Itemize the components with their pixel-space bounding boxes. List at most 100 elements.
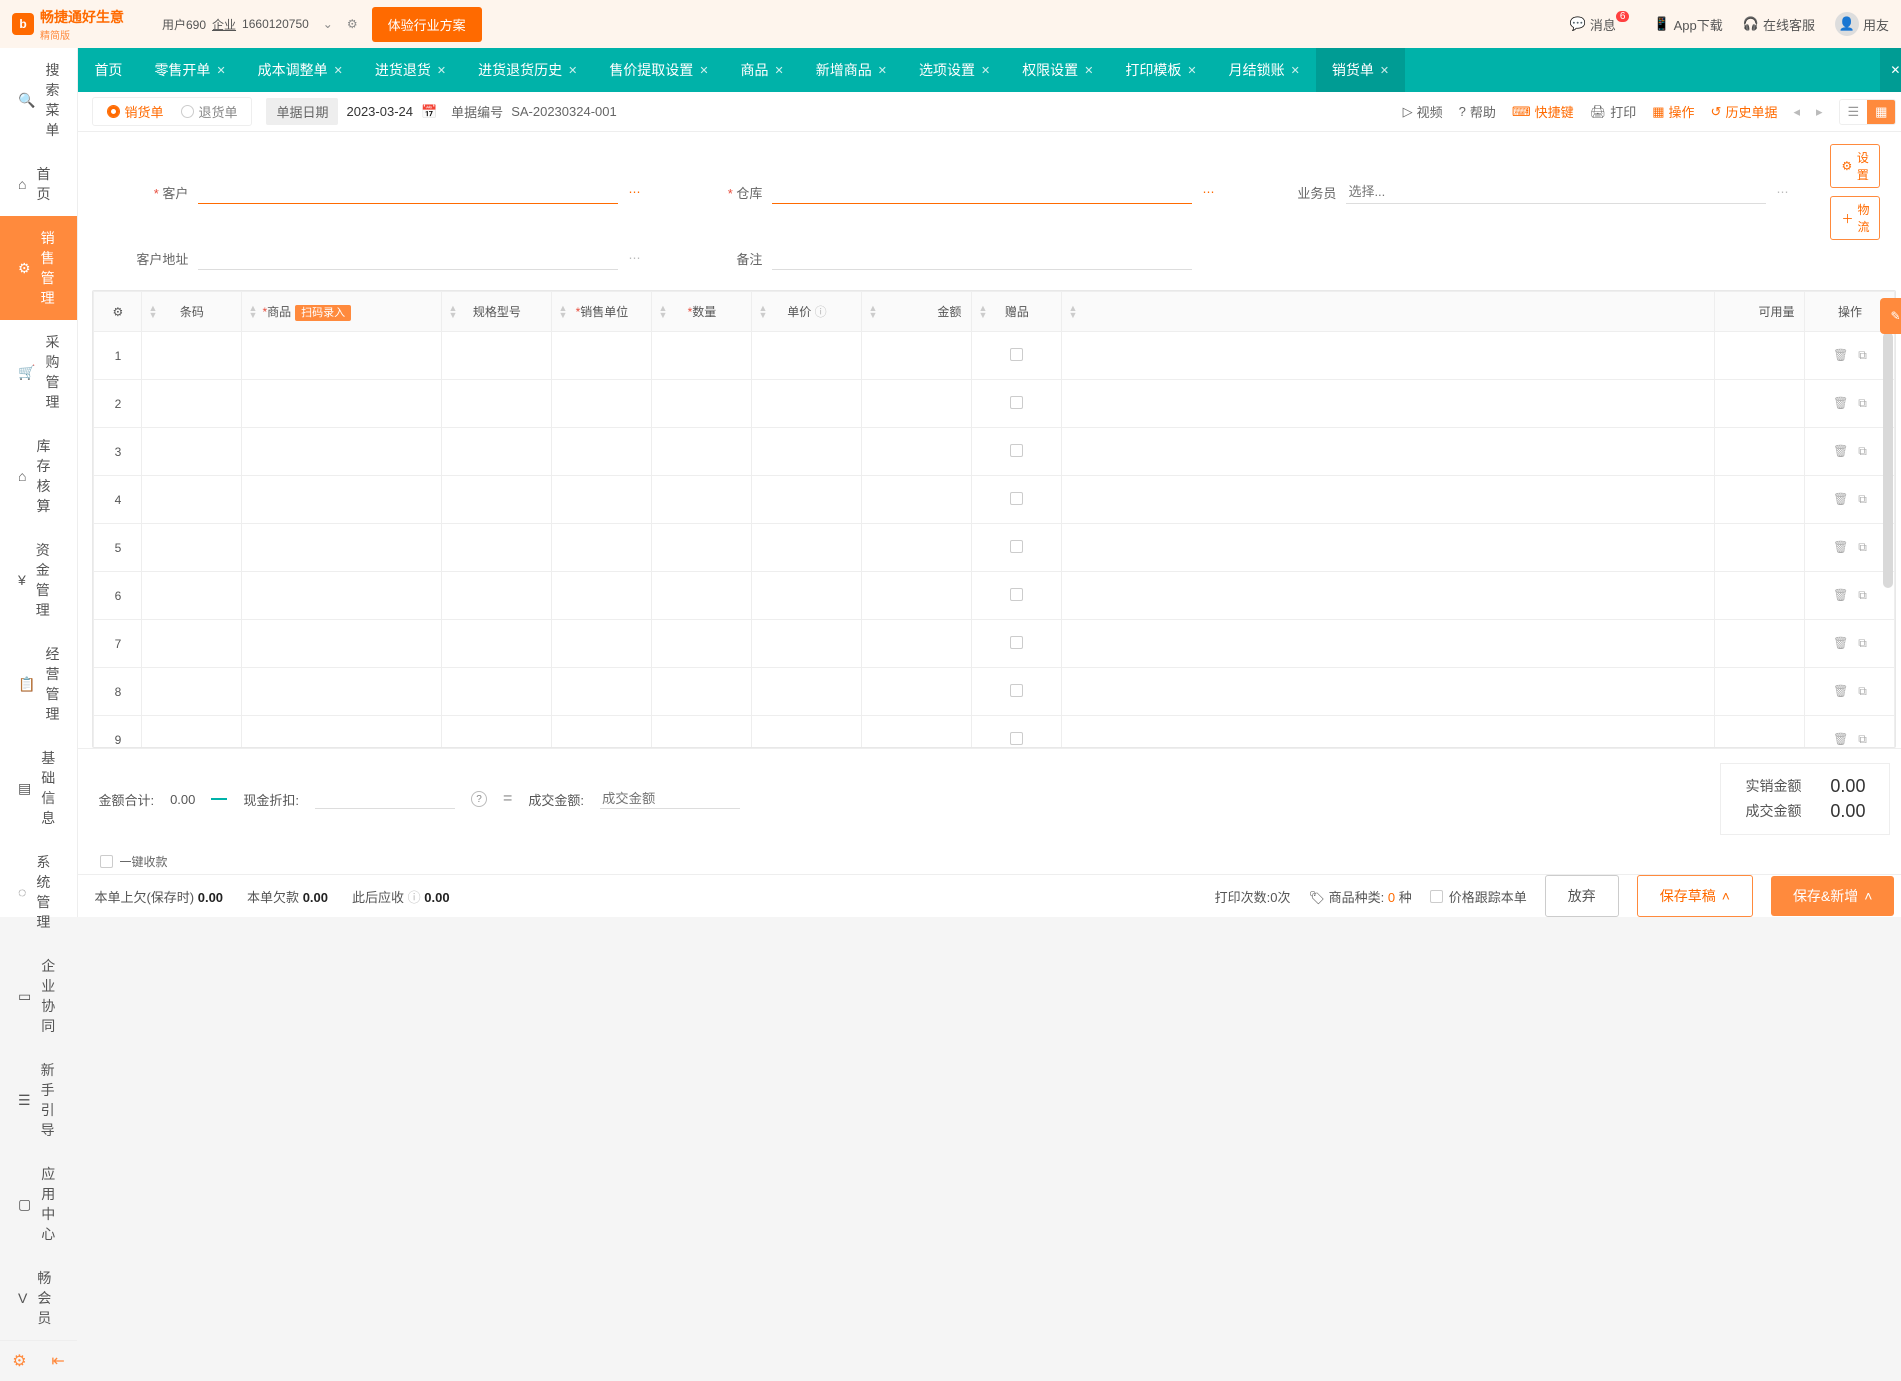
cell-spec[interactable] [442, 620, 552, 668]
tab-5[interactable]: 售价提取设置✕ [593, 48, 724, 92]
cell-unit[interactable] [552, 620, 652, 668]
table-row[interactable]: 3 🗑⧉ [94, 428, 1895, 476]
help-link[interactable]: ?帮助 [1459, 102, 1496, 121]
close-icon[interactable]: ✕ [216, 64, 225, 77]
tab-7[interactable]: 新增商品✕ [800, 48, 903, 92]
tab-3[interactable]: 进货退货✕ [359, 48, 462, 92]
cell-price[interactable] [752, 380, 862, 428]
save-draft-button[interactable]: 保存草稿˄ [1637, 875, 1753, 917]
cell-unit[interactable] [552, 380, 652, 428]
table-row[interactable]: 4 🗑⧉ [94, 476, 1895, 524]
gift-checkbox[interactable] [1010, 444, 1023, 457]
ops-link[interactable]: ▦操作 [1652, 102, 1694, 121]
cell-gift[interactable] [972, 524, 1062, 572]
gift-checkbox[interactable] [1010, 540, 1023, 553]
sidebar-item-4[interactable]: ⌂库存核算 [0, 424, 77, 528]
cell-qty[interactable] [652, 716, 752, 748]
cell-amount[interactable] [862, 668, 972, 716]
cell-qty[interactable] [652, 428, 752, 476]
cash-discount-input[interactable] [315, 789, 455, 809]
save-and-new-button[interactable]: 保存&新增˄ [1771, 876, 1895, 916]
settings-button[interactable]: ⚙设置 [1830, 144, 1880, 188]
gift-checkbox[interactable] [1010, 684, 1023, 697]
delete-icon[interactable]: 🗑 [1833, 732, 1848, 747]
cell-price[interactable] [752, 332, 862, 380]
cell-qty[interactable] [652, 572, 752, 620]
cell-unit[interactable] [552, 476, 652, 524]
cell-product[interactable] [242, 668, 442, 716]
cell-unit[interactable] [552, 524, 652, 572]
gift-checkbox[interactable] [1010, 636, 1023, 649]
sidebar-item-1[interactable]: ⌂首页 [0, 152, 77, 216]
cell-gift[interactable] [972, 476, 1062, 524]
cell-product[interactable] [242, 572, 442, 620]
cell-barcode[interactable] [142, 380, 242, 428]
cell-product[interactable] [242, 620, 442, 668]
cell-product[interactable] [242, 332, 442, 380]
table-row[interactable]: 5 🗑⧉ [94, 524, 1895, 572]
salesman-input[interactable] [1346, 180, 1766, 204]
table-row[interactable]: 1 🗑⧉ [94, 332, 1895, 380]
tab-4[interactable]: 进货退货历史✕ [462, 48, 593, 92]
delete-icon[interactable]: 🗑 [1833, 492, 1848, 507]
tabs-close-all[interactable]: ✕ [1880, 48, 1901, 92]
col-qty[interactable]: ▲▼*数量 [652, 292, 752, 332]
doc-type-return-radio[interactable]: 退货单 [181, 102, 237, 121]
cell-price[interactable] [752, 572, 862, 620]
logistics-button[interactable]: ＋物流 [1830, 196, 1880, 240]
close-icon[interactable]: ✕ [699, 64, 708, 77]
table-row[interactable]: 6 🗑⧉ [94, 572, 1895, 620]
copy-icon[interactable]: ⧉ [1858, 588, 1867, 603]
copy-icon[interactable]: ⧉ [1858, 540, 1867, 555]
cell-qty[interactable] [652, 668, 752, 716]
doc-date-value[interactable]: 2023-03-24 [346, 104, 413, 119]
gift-checkbox[interactable] [1010, 492, 1023, 505]
delete-icon[interactable]: 🗑 [1833, 540, 1848, 555]
video-link[interactable]: ▷视频 [1403, 102, 1443, 121]
chevron-down-icon[interactable]: ⌄ [323, 17, 333, 31]
help-icon[interactable]: ⓘ [815, 305, 827, 319]
calendar-icon[interactable]: 📅 [421, 104, 437, 120]
cell-gift[interactable] [972, 620, 1062, 668]
cell-barcode[interactable] [142, 572, 242, 620]
copy-icon[interactable]: ⧉ [1858, 444, 1867, 459]
doc-type-sale-radio[interactable]: 销货单 [107, 102, 163, 121]
copy-icon[interactable]: ⧉ [1858, 396, 1867, 411]
cell-gift[interactable] [972, 428, 1062, 476]
print-link[interactable]: 🖨打印 [1590, 102, 1637, 121]
sidebar-item-2[interactable]: ⚙销售管理 [0, 216, 77, 320]
cell-barcode[interactable] [142, 428, 242, 476]
cell-price[interactable] [752, 428, 862, 476]
remark-input[interactable] [772, 246, 1192, 270]
cell-product[interactable] [242, 476, 442, 524]
sidebar-item-9[interactable]: ▭企业协同 [0, 944, 77, 1048]
cell-spec[interactable] [442, 332, 552, 380]
cell-gift[interactable] [972, 716, 1062, 748]
help-icon[interactable]: ⓘ [408, 890, 421, 905]
delete-icon[interactable]: 🗑 [1833, 396, 1848, 411]
gift-checkbox[interactable] [1010, 588, 1023, 601]
table-row[interactable]: 2 🗑⧉ [94, 380, 1895, 428]
app-download-link[interactable]: 📱 App下载 [1653, 15, 1722, 34]
tenant-link[interactable]: 企业 [212, 16, 236, 33]
cell-product[interactable] [242, 380, 442, 428]
sidebar-item-5[interactable]: ¥资金管理 [0, 528, 77, 632]
customer-picker-icon[interactable]: ⋯ [628, 185, 642, 199]
cell-amount[interactable] [862, 620, 972, 668]
tenant-selector[interactable]: 用户690企业1660120750 ⌄ ⚙ [162, 16, 358, 33]
copy-icon[interactable]: ⧉ [1858, 636, 1867, 651]
cell-amount[interactable] [862, 572, 972, 620]
customer-input[interactable] [198, 180, 618, 204]
close-icon[interactable]: ✕ [1084, 64, 1093, 77]
cell-qty[interactable] [652, 620, 752, 668]
cell-price[interactable] [752, 524, 862, 572]
cell-unit[interactable] [552, 332, 652, 380]
col-available[interactable]: 可用量 [1715, 292, 1805, 332]
tab-8[interactable]: 选项设置✕ [903, 48, 1006, 92]
sidebar-collapse-icon[interactable]: ⇤ [39, 1341, 78, 1381]
copy-icon[interactable]: ⧉ [1858, 348, 1867, 363]
shortcut-link[interactable]: ⌨快捷键 [1512, 102, 1574, 121]
user-menu[interactable]: 👤 用友 [1835, 12, 1889, 36]
cell-amount[interactable] [862, 380, 972, 428]
cell-amount[interactable] [862, 716, 972, 748]
